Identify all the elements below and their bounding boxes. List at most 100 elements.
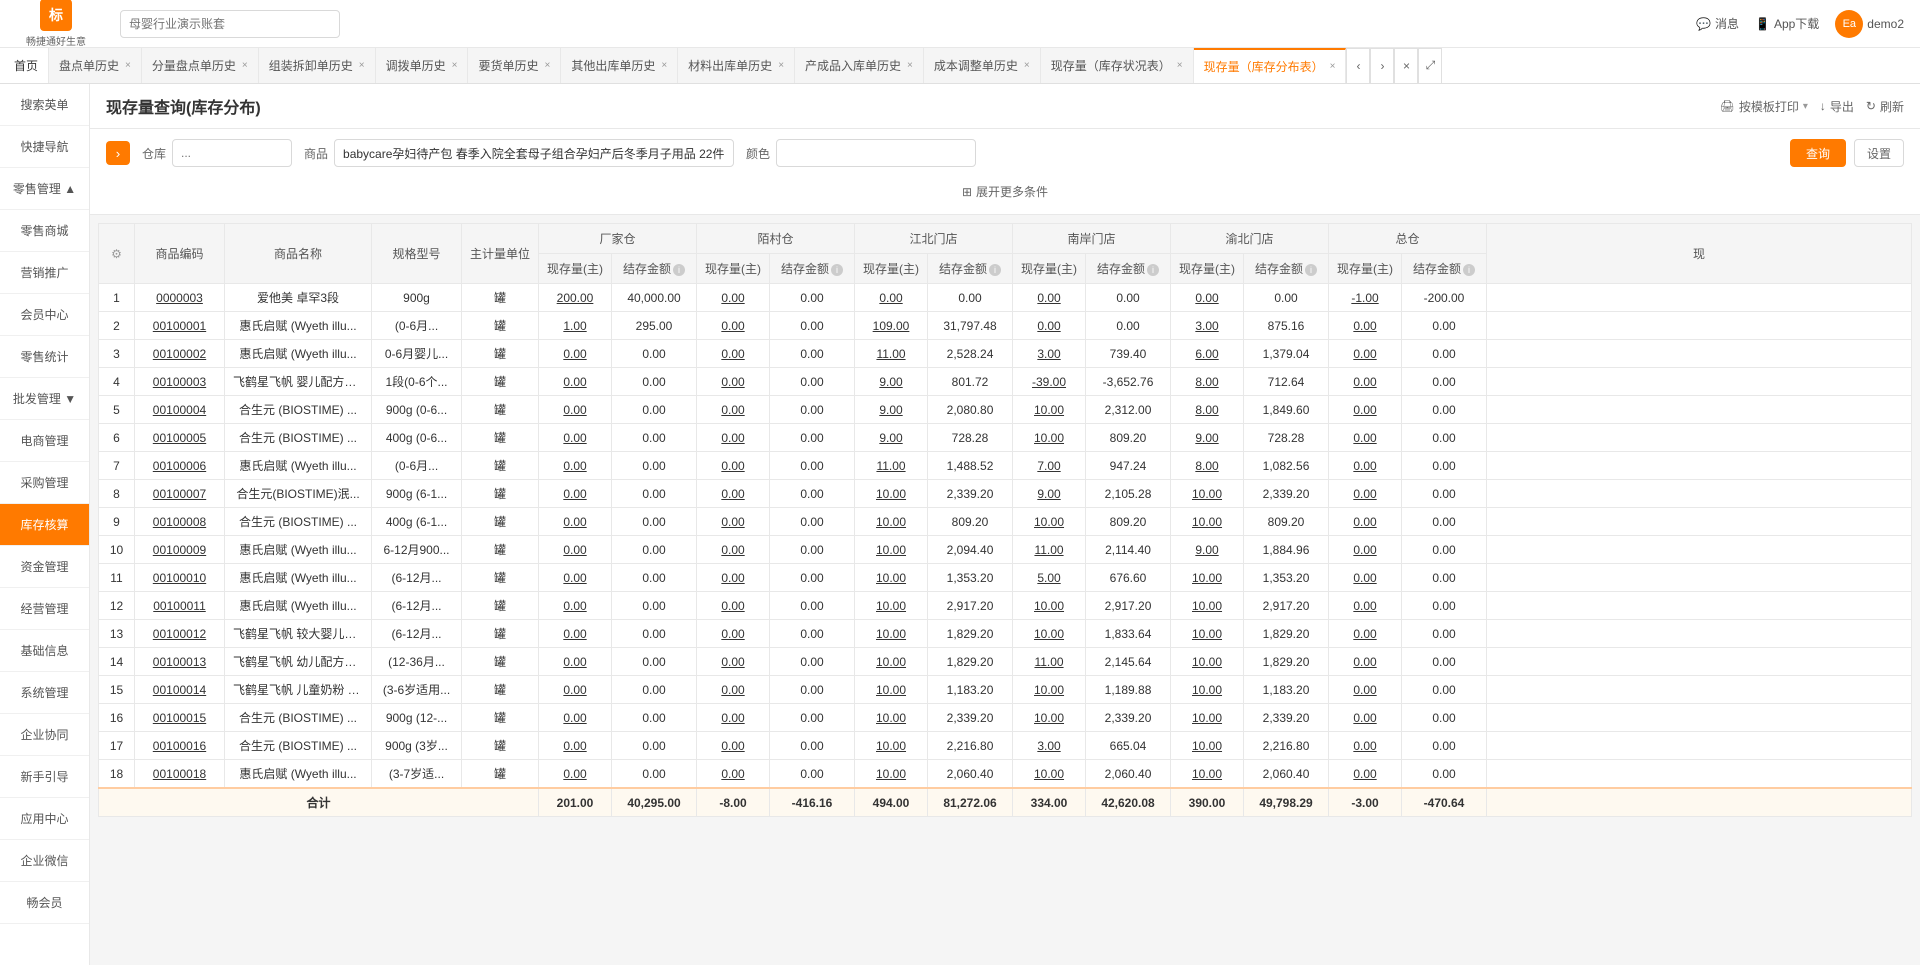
td-total-qty[interactable]: 0.00 — [1329, 452, 1402, 480]
refresh-btn[interactable]: ↻ 刷新 — [1866, 98, 1904, 115]
td-na-qty[interactable]: 3.00 — [1013, 340, 1086, 368]
tab-3[interactable]: 组装拆卸单历史 × — [259, 48, 376, 84]
tab-close-10[interactable]: × — [1177, 60, 1183, 71]
tab-close-6[interactable]: × — [661, 60, 667, 71]
td-mc-qty[interactable]: 0.00 — [697, 760, 770, 789]
td-na-qty[interactable]: 0.00 — [1013, 312, 1086, 340]
td-na-qty[interactable]: 10.00 — [1013, 396, 1086, 424]
td-yb-qty[interactable]: 10.00 — [1171, 732, 1244, 760]
td-yb-qty[interactable]: 10.00 — [1171, 704, 1244, 732]
td-f-qty[interactable]: 0.00 — [539, 340, 612, 368]
td-f-qty[interactable]: 0.00 — [539, 536, 612, 564]
td-code[interactable]: 00100004 — [135, 396, 225, 424]
table-container[interactable]: ⚙ 商品编码 商品名称 规格型号 主计量单位 厂家仓 陌村仓 江北门店 南岸门店… — [90, 215, 1920, 965]
td-mc-qty[interactable]: 0.00 — [697, 340, 770, 368]
tab-close-8[interactable]: × — [907, 60, 913, 71]
td-f-qty[interactable]: 0.00 — [539, 732, 612, 760]
td-f-qty[interactable]: 0.00 — [539, 508, 612, 536]
td-jb-qty[interactable]: 10.00 — [855, 704, 928, 732]
td-code[interactable]: 0000003 — [135, 284, 225, 312]
td-jb-qty[interactable]: 11.00 — [855, 340, 928, 368]
td-mc-qty[interactable]: 0.00 — [697, 480, 770, 508]
sidebar-item-wholesale[interactable]: 批发管理 ▼ — [0, 378, 89, 420]
td-jb-qty[interactable]: 0.00 — [855, 284, 928, 312]
tab-close-3[interactable]: × — [359, 60, 365, 71]
sidebar-item-basic[interactable]: 基础信息 — [0, 630, 89, 672]
td-mc-qty[interactable]: 0.00 — [697, 284, 770, 312]
td-yb-qty[interactable]: 0.00 — [1171, 284, 1244, 312]
td-code[interactable]: 00100015 — [135, 704, 225, 732]
export-btn[interactable]: ↓ 导出 — [1820, 98, 1854, 115]
sidebar-item-member2[interactable]: 畅会员 — [0, 882, 89, 924]
sidebar-item-retail-mgmt[interactable]: 零售管理 ▲ — [0, 168, 89, 210]
app-download-btn[interactable]: 📱 App下载 — [1755, 15, 1819, 32]
td-total-qty[interactable]: 0.00 — [1329, 564, 1402, 592]
td-mc-qty[interactable]: 0.00 — [697, 508, 770, 536]
tab-close-11[interactable]: × — [1330, 61, 1336, 72]
sidebar-item-retail-stats[interactable]: 零售统计 — [0, 336, 89, 378]
td-yb-qty[interactable]: 10.00 — [1171, 508, 1244, 536]
td-jb-qty[interactable]: 9.00 — [855, 396, 928, 424]
sidebar-item-collab[interactable]: 企业协同 — [0, 714, 89, 756]
td-f-qty[interactable]: 0.00 — [539, 620, 612, 648]
td-jb-qty[interactable]: 10.00 — [855, 564, 928, 592]
td-jb-qty[interactable]: 10.00 — [855, 536, 928, 564]
info-icon-4[interactable]: i — [1147, 264, 1159, 276]
td-jb-qty[interactable]: 10.00 — [855, 648, 928, 676]
td-total-qty[interactable]: 0.00 — [1329, 480, 1402, 508]
td-total-qty[interactable]: 0.00 — [1329, 536, 1402, 564]
td-yb-qty[interactable]: 9.00 — [1171, 536, 1244, 564]
td-f-qty[interactable]: 1.00 — [539, 312, 612, 340]
td-total-qty[interactable]: 0.00 — [1329, 368, 1402, 396]
print-btn[interactable]: 🖨 按模板打印 ▾ — [1720, 98, 1808, 115]
tab-close-7[interactable]: × — [778, 60, 784, 71]
td-mc-qty[interactable]: 0.00 — [697, 536, 770, 564]
sidebar-item-search[interactable]: 搜索英单 — [0, 84, 89, 126]
td-mc-qty[interactable]: 0.00 — [697, 396, 770, 424]
td-f-qty[interactable]: 0.00 — [539, 452, 612, 480]
td-yb-qty[interactable]: 10.00 — [1171, 676, 1244, 704]
td-total-qty[interactable]: 0.00 — [1329, 760, 1402, 789]
td-na-qty[interactable]: 10.00 — [1013, 760, 1086, 789]
user-menu[interactable]: Ea demo2 — [1835, 10, 1904, 38]
sidebar-item-member[interactable]: 会员中心 — [0, 294, 89, 336]
td-jb-qty[interactable]: 10.00 — [855, 732, 928, 760]
td-na-qty[interactable]: 7.00 — [1013, 452, 1086, 480]
td-total-qty[interactable]: 0.00 — [1329, 592, 1402, 620]
tab-1[interactable]: 盘点单历史 × — [49, 48, 142, 84]
tab-6[interactable]: 其他出库单历史 × — [561, 48, 678, 84]
org-selector[interactable] — [120, 10, 340, 38]
td-f-qty[interactable]: 0.00 — [539, 424, 612, 452]
td-total-qty[interactable]: 0.00 — [1329, 620, 1402, 648]
td-jb-qty[interactable]: 10.00 — [855, 480, 928, 508]
sidebar-item-retail-store[interactable]: 零售商城 — [0, 210, 89, 252]
td-yb-qty[interactable]: 10.00 — [1171, 648, 1244, 676]
td-yb-qty[interactable]: 9.00 — [1171, 424, 1244, 452]
td-na-qty[interactable]: -39.00 — [1013, 368, 1086, 396]
td-code[interactable]: 00100016 — [135, 732, 225, 760]
td-mc-qty[interactable]: 0.00 — [697, 704, 770, 732]
td-yb-qty[interactable]: 10.00 — [1171, 480, 1244, 508]
settings-btn[interactable]: 设置 — [1854, 139, 1904, 167]
td-f-qty[interactable]: 0.00 — [539, 564, 612, 592]
sidebar-item-ops[interactable]: 经营管理 — [0, 588, 89, 630]
td-jb-qty[interactable]: 10.00 — [855, 760, 928, 789]
td-yb-qty[interactable]: 8.00 — [1171, 368, 1244, 396]
td-na-qty[interactable]: 10.00 — [1013, 704, 1086, 732]
td-jb-qty[interactable]: 9.00 — [855, 368, 928, 396]
td-na-qty[interactable]: 10.00 — [1013, 592, 1086, 620]
td-total-qty[interactable]: -1.00 — [1329, 284, 1402, 312]
tab-close-2[interactable]: × — [242, 60, 248, 71]
tab-7[interactable]: 材料出库单历史 × — [678, 48, 795, 84]
td-jb-qty[interactable]: 10.00 — [855, 676, 928, 704]
tab-9[interactable]: 成本调整单历史 × — [924, 48, 1041, 84]
query-btn[interactable]: 查询 — [1790, 139, 1846, 167]
td-code[interactable]: 00100003 — [135, 368, 225, 396]
sidebar-item-apps[interactable]: 应用中心 — [0, 798, 89, 840]
td-code[interactable]: 00100006 — [135, 452, 225, 480]
sidebar-item-purchase[interactable]: 采购管理 — [0, 462, 89, 504]
tab-home[interactable]: 首页 — [4, 48, 49, 84]
td-f-qty[interactable]: 0.00 — [539, 704, 612, 732]
tab-11-active[interactable]: 现存量（库存分布表）× — [1194, 48, 1347, 84]
info-icon-3[interactable]: i — [989, 264, 1001, 276]
